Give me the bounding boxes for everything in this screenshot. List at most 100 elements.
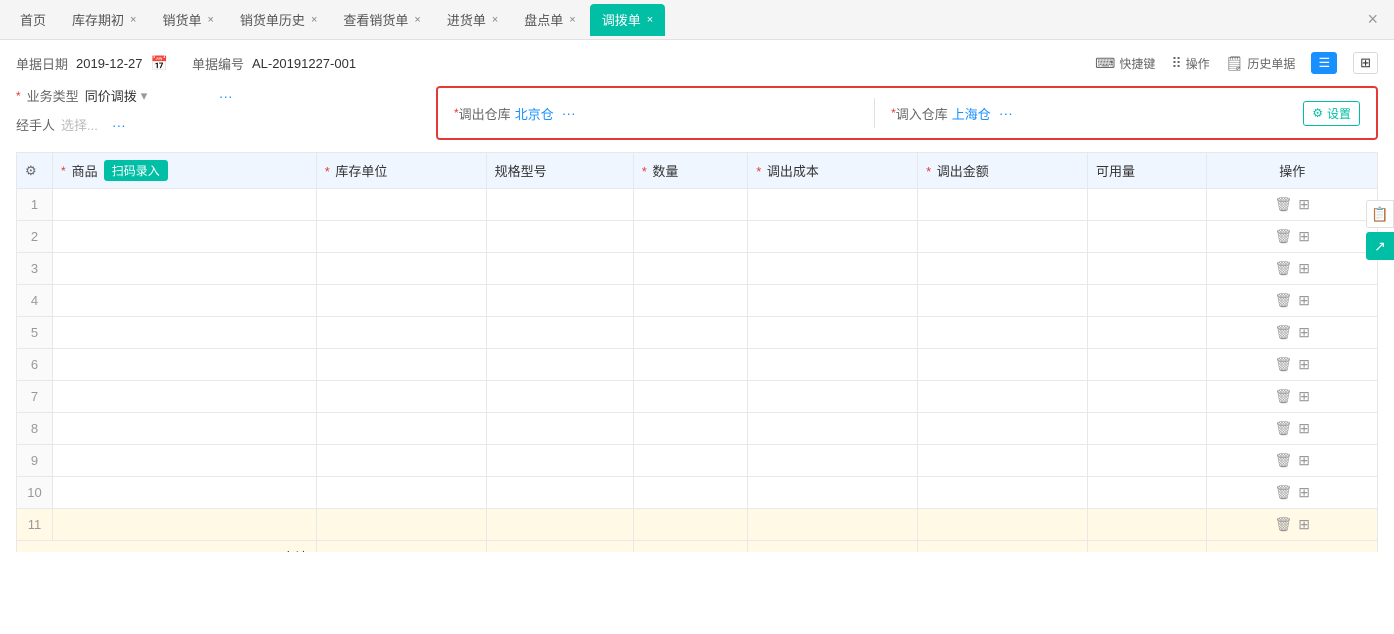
layout-grid-button[interactable]: ⊞ [1353, 52, 1378, 74]
table-row: 6 🗑 ⊞ [17, 349, 1378, 381]
delete-icon[interactable]: 🗑 [1274, 356, 1292, 373]
tab-sales-order-close[interactable]: × [207, 14, 213, 26]
row-product[interactable] [53, 509, 317, 541]
sidebar-notes-button[interactable]: 📋 [1366, 200, 1394, 228]
delete-icon[interactable]: 🗑 [1274, 228, 1292, 245]
scan-button[interactable]: 扫码录入 [104, 160, 168, 181]
delete-icon[interactable]: 🗑 [1274, 292, 1292, 309]
subtotal-available [1088, 541, 1207, 553]
delete-icon[interactable]: 🗑 [1274, 260, 1292, 277]
copy-icon[interactable]: ⊞ [1298, 516, 1310, 533]
delete-icon[interactable]: 🗑 [1274, 324, 1292, 341]
tab-inventory-init[interactable]: 库存期初 × [60, 4, 148, 36]
row-unit [316, 509, 486, 541]
row-product[interactable] [53, 349, 317, 381]
right-sidebar: 📋 ↗ [1366, 200, 1394, 260]
copy-icon[interactable]: ⊞ [1298, 260, 1310, 277]
tab-inventory-count[interactable]: 盘点单 × [512, 4, 587, 36]
action-col-label: 操作 [1279, 164, 1305, 179]
tab-purchase-order[interactable]: 进货单 × [435, 4, 510, 36]
col-spec: 规格型号 [486, 153, 633, 189]
row-available [1088, 253, 1207, 285]
tab-transfer-order-close[interactable]: × [647, 14, 653, 26]
row-available [1088, 189, 1207, 221]
copy-icon[interactable]: ⊞ [1298, 324, 1310, 341]
copy-icon[interactable]: ⊞ [1298, 356, 1310, 373]
row-product[interactable] [53, 285, 317, 317]
settings-button[interactable]: ⚙ 设置 [1303, 101, 1360, 126]
table-header-row: ⚙ * 商品 扫码录入 库存单位 规格型号 [17, 153, 1378, 189]
copy-icon[interactable]: ⊞ [1298, 196, 1310, 213]
copy-icon[interactable]: ⊞ [1298, 420, 1310, 437]
window-close-button[interactable]: × [1359, 9, 1386, 30]
history-button[interactable]: 🗒 历史单据 [1226, 55, 1296, 72]
row-product[interactable] [53, 189, 317, 221]
product-required-star: * [61, 164, 66, 178]
tab-transfer-order[interactable]: 调拨单 × [590, 4, 665, 36]
operation-button[interactable]: ⠿ 操作 [1171, 55, 1209, 72]
copy-icon[interactable]: ⊞ [1298, 452, 1310, 469]
delete-icon[interactable]: 🗑 [1274, 196, 1292, 213]
row-action: 🗑 ⊞ [1207, 189, 1378, 221]
tab-sales-history[interactable]: 销货单历史 × [228, 4, 329, 36]
tab-inventory-init-close[interactable]: × [130, 14, 136, 26]
calendar-icon[interactable]: 📅 [151, 55, 168, 72]
delete-icon[interactable]: 🗑 [1274, 516, 1292, 533]
date-label: 单据日期 [16, 54, 68, 73]
warehouse-out-more-button[interactable]: ··· [562, 105, 576, 121]
delete-icon[interactable]: 🗑 [1274, 452, 1292, 469]
tab-home[interactable]: 首页 [8, 4, 58, 36]
layout-list-button[interactable]: ☰ [1311, 52, 1337, 74]
copy-icon[interactable]: ⊞ [1298, 484, 1310, 501]
subtotal-label: 小计 [17, 541, 317, 553]
business-type-more-button[interactable]: ··· [219, 88, 233, 104]
business-type-dropdown-icon[interactable]: ▾ [141, 88, 148, 104]
copy-icon[interactable]: ⊞ [1298, 292, 1310, 309]
row-amount [918, 221, 1088, 253]
business-type-select[interactable]: 同价调拨 ▾ [85, 86, 205, 105]
row-product[interactable] [53, 445, 317, 477]
number-label: 单据编号 [192, 54, 244, 73]
handler-input[interactable]: 选择... [61, 115, 98, 134]
shortcut-button[interactable]: ⌨ 快捷键 [1095, 55, 1155, 72]
subtotal-row: 小计 0.00 0.00 0.00 [17, 541, 1378, 553]
row-quantity [633, 445, 747, 477]
row-amount [918, 349, 1088, 381]
layout-grid-icon: ⊞ [1360, 55, 1371, 71]
table-settings-icon[interactable]: ⚙ [25, 163, 37, 178]
copy-icon[interactable]: ⊞ [1298, 388, 1310, 405]
row-product[interactable] [53, 413, 317, 445]
tab-inventory-count-close[interactable]: × [569, 14, 575, 26]
row-product[interactable] [53, 221, 317, 253]
row-spec [486, 381, 633, 413]
tab-view-sales-close[interactable]: × [414, 14, 420, 26]
handler-more-button[interactable]: ··· [112, 117, 126, 133]
copy-icon[interactable]: ⊞ [1298, 228, 1310, 245]
row-product[interactable] [53, 381, 317, 413]
sidebar-expand-button[interactable]: ↗ [1366, 232, 1394, 260]
tab-sales-history-close[interactable]: × [311, 14, 317, 26]
row-product[interactable] [53, 253, 317, 285]
row-product[interactable] [53, 317, 317, 349]
settings-icon: ⚙ [1312, 106, 1323, 120]
available-col-label: 可用量 [1096, 164, 1135, 179]
date-field: 单据日期 2019-12-27 📅 [16, 54, 168, 73]
table-row: 1 🗑 ⊞ [17, 189, 1378, 221]
warehouse-in-more-button[interactable]: ··· [999, 105, 1013, 121]
handler-field: 经手人 选择... ··· [16, 115, 420, 134]
tab-view-sales[interactable]: 查看销货单 × [331, 4, 432, 36]
business-type-label: 业务类型 [27, 86, 79, 105]
tab-bar: 首页 库存期初 × 销货单 × 销货单历史 × 查看销货单 × 进货单 × 盘点… [0, 0, 1394, 40]
row-spec [486, 189, 633, 221]
delete-icon[interactable]: 🗑 [1274, 388, 1292, 405]
row-product[interactable] [53, 477, 317, 509]
delete-icon[interactable]: 🗑 [1274, 484, 1292, 501]
operation-label: 操作 [1186, 55, 1210, 72]
number-value: AL-20191227-001 [252, 56, 356, 71]
notes-icon: 📋 [1371, 206, 1388, 223]
row-spec [486, 317, 633, 349]
row-spec [486, 253, 633, 285]
tab-sales-order[interactable]: 销货单 × [150, 4, 225, 36]
tab-purchase-order-close[interactable]: × [492, 14, 498, 26]
delete-icon[interactable]: 🗑 [1274, 420, 1292, 437]
